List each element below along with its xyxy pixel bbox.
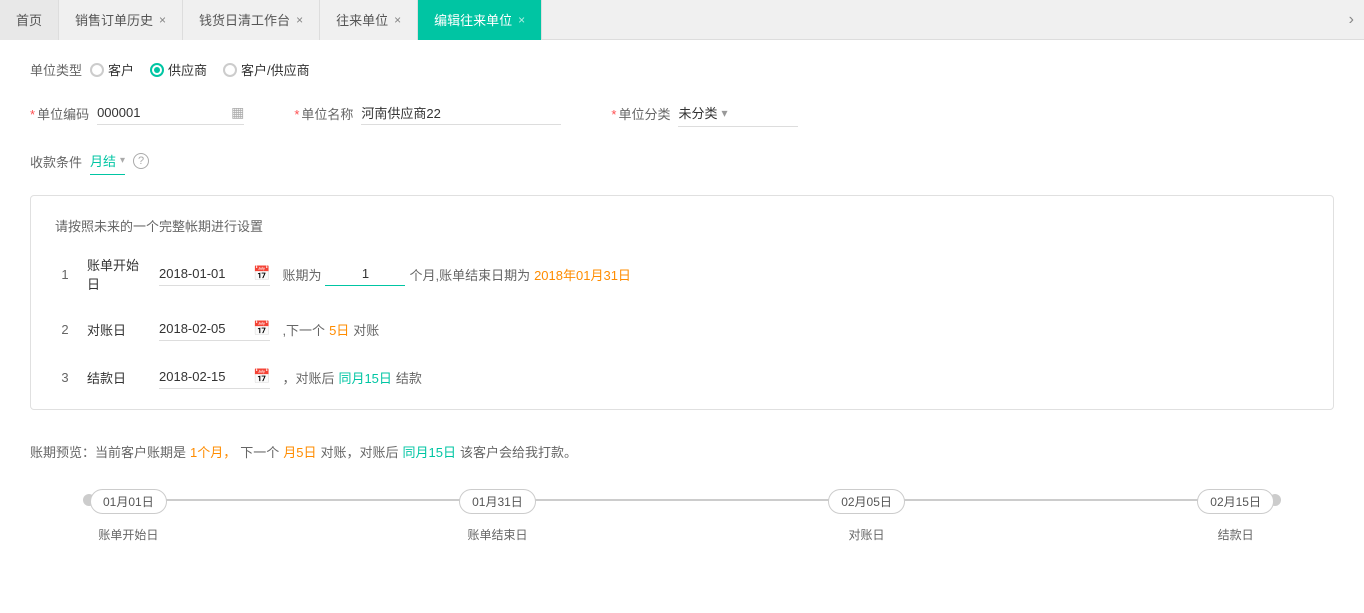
period-label-1: 账单开始日: [87, 255, 147, 293]
radio-circle-supplier: [150, 63, 164, 77]
unit-name-label: *单位名称: [294, 104, 353, 123]
tab-home[interactable]: 首页: [0, 0, 59, 40]
unit-category-label: *单位分类: [611, 104, 670, 123]
tab-close-partner-units[interactable]: ×: [394, 13, 401, 27]
period-label-2: 对账日: [87, 320, 147, 339]
date-input-wrapper-2: 📅: [159, 317, 270, 341]
period-num-3: 3: [55, 370, 75, 385]
preview-section: 账期预览：当前客户账期是 1个月， 下一个 月5日 对账，对账后 同月15日 该…: [30, 426, 1334, 593]
payment-condition-label: 收款条件: [30, 152, 82, 171]
tab-bar: 首页 销售订单历史 × 钱货日清工作台 × 往来单位 × 编辑往来单位 × ›: [0, 0, 1364, 40]
unit-category-group: *单位分类 未分类 ▾: [611, 99, 798, 127]
payment-condition-row: 收款条件 月结 ▾ ?: [30, 147, 1334, 175]
reconcile-day: 5日: [329, 320, 349, 339]
timeline-badge-3: 02月05日: [828, 489, 905, 514]
main-content: 单位类型 客户 供应商 客户/供应商 *单位编码: [0, 40, 1364, 613]
timeline-point-2: 01月31日 账单结束日: [459, 489, 536, 543]
preview-reconcile: 月5日: [283, 442, 316, 461]
timeline-sublabel-4: 结款日: [1218, 526, 1254, 543]
timeline-sublabel-3: 对账日: [849, 526, 885, 543]
required-star-name: *: [294, 107, 299, 122]
tab-close-edit-partner[interactable]: ×: [518, 13, 525, 27]
help-icon[interactable]: ?: [133, 153, 149, 169]
tab-sales-history[interactable]: 销售订单历史 ×: [59, 0, 183, 40]
payment-condition-value: 月结: [90, 151, 116, 170]
calendar-icon-3[interactable]: 📅: [253, 368, 270, 385]
unit-type-label: 单位类型: [30, 60, 82, 79]
chevron-down-icon: ▾: [721, 106, 727, 120]
period-desc-1: 账期为 个月,账单结束日期为 2018年01月31日: [282, 262, 630, 286]
unit-code-label: *单位编码: [30, 104, 89, 123]
date-input-1[interactable]: [159, 262, 249, 285]
timeline-sublabel-2: 账单结束日: [467, 526, 527, 543]
unit-code-input-wrapper: ▦: [97, 101, 244, 125]
timeline-badge-1: 01月01日: [90, 489, 167, 514]
tab-partner-units[interactable]: 往来单位 ×: [320, 0, 418, 40]
unit-code-group: *单位编码 ▦: [30, 101, 244, 125]
date-input-3[interactable]: [159, 365, 249, 388]
unit-name-input[interactable]: [361, 101, 561, 125]
period-label-3: 结款日: [87, 368, 147, 387]
radio-both[interactable]: 客户/供应商: [223, 60, 310, 79]
calendar-icon-2[interactable]: 📅: [253, 320, 270, 337]
payment-condition-dropdown[interactable]: 月结 ▾: [90, 147, 125, 175]
unit-category-select[interactable]: 未分类 ▾: [678, 99, 798, 127]
timeline-point-3: 02月05日 对账日: [828, 489, 905, 543]
period-desc-2: ,下一个 5日 对账: [282, 320, 379, 339]
period-desc-3: ，对账后 同月15日 结款: [282, 368, 422, 387]
tab-edit-partner[interactable]: 编辑往来单位 ×: [418, 0, 542, 40]
unit-code-input[interactable]: [97, 101, 227, 124]
radio-customer[interactable]: 客户: [90, 60, 134, 79]
unit-type-row: 单位类型 客户 供应商 客户/供应商: [30, 60, 1334, 79]
timeline-point-4: 02月15日 结款日: [1197, 489, 1274, 543]
radio-circle-both: [223, 63, 237, 77]
period-row-3: 3 结款日 📅 ，对账后 同月15日 结款: [55, 365, 1309, 389]
unit-category-value: 未分类: [678, 103, 717, 122]
tab-cash-work[interactable]: 钱货日清工作台 ×: [183, 0, 320, 40]
calendar-icon-1[interactable]: 📅: [253, 265, 270, 282]
period-num-2: 2: [55, 322, 75, 337]
unit-info-row: *单位编码 ▦ *单位名称 *单位分类 未分类 ▾: [30, 99, 1334, 127]
date-input-wrapper-1: 📅: [159, 262, 270, 286]
tab-close-sales-history[interactable]: ×: [159, 13, 166, 27]
unit-code-icon[interactable]: ▦: [231, 104, 244, 121]
tab-more-button[interactable]: ›: [1339, 11, 1364, 29]
timeline-container: 01月01日 账单开始日 01月31日 账单结束日 02月05日 对账日 02月…: [30, 489, 1334, 593]
timeline-badge-4: 02月15日: [1197, 489, 1274, 514]
required-star-category: *: [611, 107, 616, 122]
timeline-points: 01月01日 账单开始日 01月31日 账单结束日 02月05日 对账日 02月…: [90, 489, 1274, 543]
tab-close-cash-work[interactable]: ×: [296, 13, 303, 27]
radio-supplier[interactable]: 供应商: [150, 60, 207, 79]
period-num-1: 1: [55, 267, 75, 282]
unit-type-group: 单位类型 客户 供应商 客户/供应商: [30, 60, 310, 79]
period-settings-box: 请按照未来的一个完整帐期进行设置 1 账单开始日 📅 账期为 个月,账单结束日期…: [30, 195, 1334, 410]
period-row-2: 2 对账日 📅 ,下一个 5日 对账: [55, 317, 1309, 341]
required-star-code: *: [30, 107, 35, 122]
months-input[interactable]: [325, 262, 405, 286]
payment-day: 同月15日: [338, 368, 391, 387]
date-input-2[interactable]: [159, 317, 249, 340]
unit-type-radios: 客户 供应商 客户/供应商: [90, 60, 310, 79]
date-input-wrapper-3: 📅: [159, 365, 270, 389]
payment-condition-group: 收款条件 月结 ▾ ?: [30, 147, 149, 175]
radio-circle-customer: [90, 63, 104, 77]
dropdown-arrow-icon: ▾: [120, 155, 125, 166]
period-box-title: 请按照未来的一个完整帐期进行设置: [55, 216, 1309, 235]
preview-period: 1个月，: [190, 442, 236, 461]
timeline-sublabel-1: 账单开始日: [98, 526, 158, 543]
timeline-badge-2: 01月31日: [459, 489, 536, 514]
preview-text: 账期预览：当前客户账期是 1个月， 下一个 月5日 对账，对账后 同月15日 该…: [30, 442, 1334, 461]
unit-name-group: *单位名称: [294, 101, 561, 125]
period-end-date: 2018年01月31日: [534, 265, 631, 284]
period-row-1: 1 账单开始日 📅 账期为 个月,账单结束日期为 2018年01月31日: [55, 255, 1309, 293]
timeline-point-1: 01月01日 账单开始日: [90, 489, 167, 543]
preview-payment: 同月15日: [403, 442, 456, 461]
